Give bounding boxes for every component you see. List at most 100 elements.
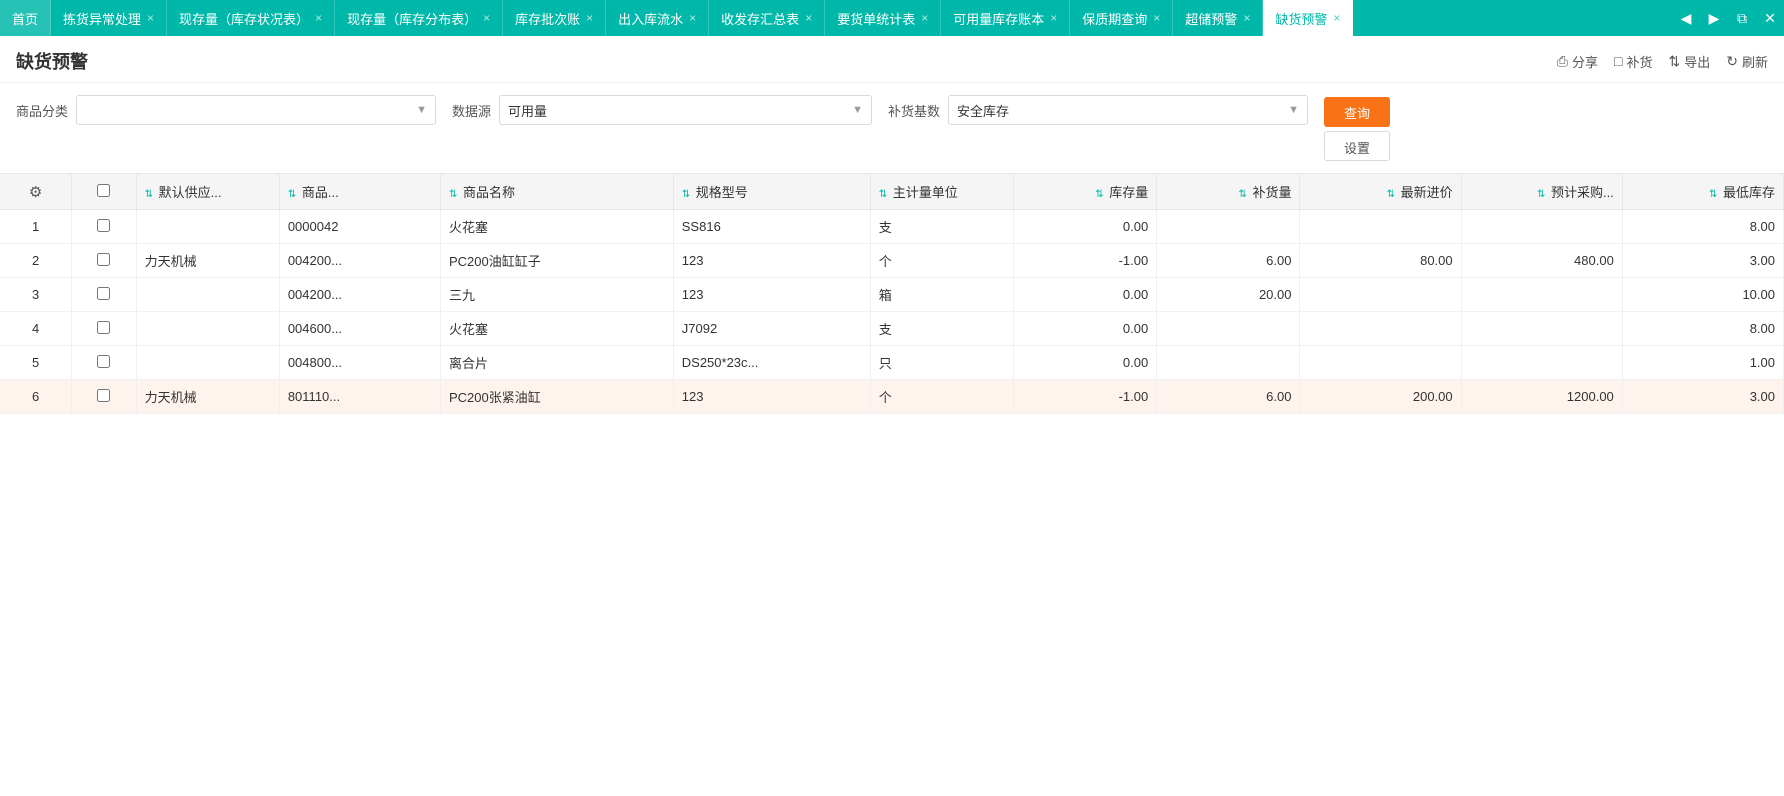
row-replenish (1157, 312, 1300, 346)
nav-close-button[interactable]: ✕ (1756, 0, 1784, 36)
nav-tab-7[interactable]: 要货单统计表 × (825, 0, 941, 36)
close-tab-3[interactable]: × (483, 11, 490, 25)
nav-tab-2[interactable]: 现存量（库存状况表） × (167, 0, 335, 36)
nav-restore-button[interactable]: ⧉ (1728, 0, 1756, 36)
nav-tab-3[interactable]: 现存量（库存分布表） × (335, 0, 503, 36)
col-header-unit[interactable]: ⇅ 主计量单位 (870, 174, 1013, 210)
table-body: 1 0000042 火花塞 SS816 支 0.00 8.00 2 力天机械 0… (0, 210, 1784, 414)
close-tab-6[interactable]: × (805, 11, 812, 25)
nav-tab-4[interactable]: 库存批次账 × (503, 0, 606, 36)
row-estimated-purchase (1461, 312, 1622, 346)
col-header-latest-price[interactable]: ⇅ 最新进价 (1300, 174, 1461, 210)
row-unit: 支 (870, 210, 1013, 244)
category-select[interactable]: ▼ (76, 95, 436, 125)
row-check[interactable] (72, 278, 136, 312)
row-code: 004200... (279, 244, 440, 278)
settings-button[interactable]: 设置 (1324, 131, 1390, 161)
row-supplier: 力天机械 (136, 244, 279, 278)
nav-prev-button[interactable]: ◀ (1672, 0, 1700, 36)
row-check[interactable] (72, 244, 136, 278)
row-checkbox[interactable] (97, 355, 110, 368)
select-all-checkbox[interactable] (97, 184, 110, 197)
row-replenish: 6.00 (1157, 380, 1300, 414)
close-tab-9[interactable]: × (1153, 11, 1160, 25)
nav-tab-5[interactable]: 出入库流水 × (606, 0, 709, 36)
row-index: 3 (0, 278, 72, 312)
row-latest-price (1300, 210, 1461, 244)
refresh-button[interactable]: ↻ 刷新 (1726, 52, 1768, 71)
close-tab-1[interactable]: × (147, 11, 154, 25)
table-row: 6 力天机械 801110... PC200张紧油缸 123 个 -1.00 6… (0, 380, 1784, 414)
nav-tab-10[interactable]: 超储预警 × (1173, 0, 1263, 36)
row-min-stock: 8.00 (1622, 210, 1783, 244)
col-header-min-stock[interactable]: ⇅ 最低库存 (1622, 174, 1783, 210)
col-header-spec[interactable]: ⇅ 规格型号 (673, 174, 870, 210)
filter-bar: 商品分类 ▼ 数据源 可用量 ▼ 补货基数 安全库存 ▼ 查询 设置 (0, 83, 1784, 173)
nav-tab-8[interactable]: 可用量库存账本 × (941, 0, 1070, 36)
row-checkbox[interactable] (97, 219, 110, 232)
query-button[interactable]: 查询 (1324, 97, 1390, 127)
close-tab-10[interactable]: × (1243, 11, 1250, 25)
gear-icon[interactable]: ⚙ (29, 184, 42, 201)
close-tab-4[interactable]: × (586, 11, 593, 25)
content-area: 缺货预警 ⎙ 分享 □ 补货 ⇅ 导出 ↻ 刷新 商品分类 (0, 36, 1784, 796)
share-button[interactable]: ⎙ 分享 (1557, 52, 1598, 71)
row-checkbox[interactable] (97, 287, 110, 300)
col-header-check[interactable] (72, 174, 136, 210)
row-check[interactable] (72, 210, 136, 244)
close-tab-2[interactable]: × (315, 11, 322, 25)
row-replenish: 6.00 (1157, 244, 1300, 278)
replenish-button[interactable]: □ 补货 (1614, 52, 1652, 71)
nav-tab-home[interactable]: 首页 (0, 0, 51, 36)
col-header-gear[interactable]: ⚙ (0, 174, 72, 210)
row-stock: 0.00 (1013, 278, 1156, 312)
datasource-filter: 数据源 可用量 ▼ (452, 95, 872, 125)
row-name: PC200张紧油缸 (440, 380, 673, 414)
row-check[interactable] (72, 312, 136, 346)
col-header-estimated[interactable]: ⇅ 预计采购... (1461, 174, 1622, 210)
col-header-name[interactable]: ⇅ 商品名称 (440, 174, 673, 210)
row-unit: 只 (870, 346, 1013, 380)
row-spec: DS250*23c... (673, 346, 870, 380)
top-nav: 首页 拣货异常处理 × 现存量（库存状况表） × 现存量（库存分布表） × 库存… (0, 0, 1784, 36)
row-spec: J7092 (673, 312, 870, 346)
nav-tab-1[interactable]: 拣货异常处理 × (51, 0, 167, 36)
sort-spec-icon: ⇅ (682, 189, 690, 200)
col-header-supplier[interactable]: ⇅ 默认供应... (136, 174, 279, 210)
row-checkbox[interactable] (97, 253, 110, 266)
close-tab-7[interactable]: × (921, 11, 928, 25)
nav-tab-11[interactable]: 缺货预警 × (1263, 0, 1353, 36)
replenish-base-filter: 补货基数 安全库存 ▼ (888, 95, 1308, 125)
col-header-code[interactable]: ⇅ 商品... (279, 174, 440, 210)
row-name: 火花塞 (440, 210, 673, 244)
row-replenish: 20.00 (1157, 278, 1300, 312)
row-code: 004200... (279, 278, 440, 312)
datasource-select[interactable]: 可用量 ▼ (499, 95, 872, 125)
nav-tab-6[interactable]: 收发存汇总表 × (709, 0, 825, 36)
data-table: ⚙ ⇅ 默认供应... ⇅ 商品... ⇅ 商品名称 (0, 173, 1784, 414)
row-index: 1 (0, 210, 72, 244)
row-min-stock: 8.00 (1622, 312, 1783, 346)
category-filter: 商品分类 ▼ (16, 95, 436, 125)
close-tab-5[interactable]: × (689, 11, 696, 25)
row-latest-price (1300, 346, 1461, 380)
row-min-stock: 10.00 (1622, 278, 1783, 312)
row-estimated-purchase: 480.00 (1461, 244, 1622, 278)
replenish-base-select[interactable]: 安全库存 ▼ (948, 95, 1308, 125)
nav-tab-9[interactable]: 保质期查询 × (1070, 0, 1173, 36)
col-header-replenish[interactable]: ⇅ 补货量 (1157, 174, 1300, 210)
close-tab-11[interactable]: × (1333, 11, 1340, 25)
row-unit: 箱 (870, 278, 1013, 312)
row-check[interactable] (72, 380, 136, 414)
export-button[interactable]: ⇅ 导出 (1669, 52, 1711, 71)
close-tab-8[interactable]: × (1050, 11, 1057, 25)
row-name: PC200油缸缸子 (440, 244, 673, 278)
table-row: 3 004200... 三九 123 箱 0.00 20.00 10.00 (0, 278, 1784, 312)
nav-next-button[interactable]: ▶ (1700, 0, 1728, 36)
row-supplier (136, 210, 279, 244)
row-check[interactable] (72, 346, 136, 380)
row-checkbox[interactable] (97, 389, 110, 402)
table-row: 5 004800... 离合片 DS250*23c... 只 0.00 1.00 (0, 346, 1784, 380)
col-header-stock[interactable]: ⇅ 库存量 (1013, 174, 1156, 210)
row-checkbox[interactable] (97, 321, 110, 334)
